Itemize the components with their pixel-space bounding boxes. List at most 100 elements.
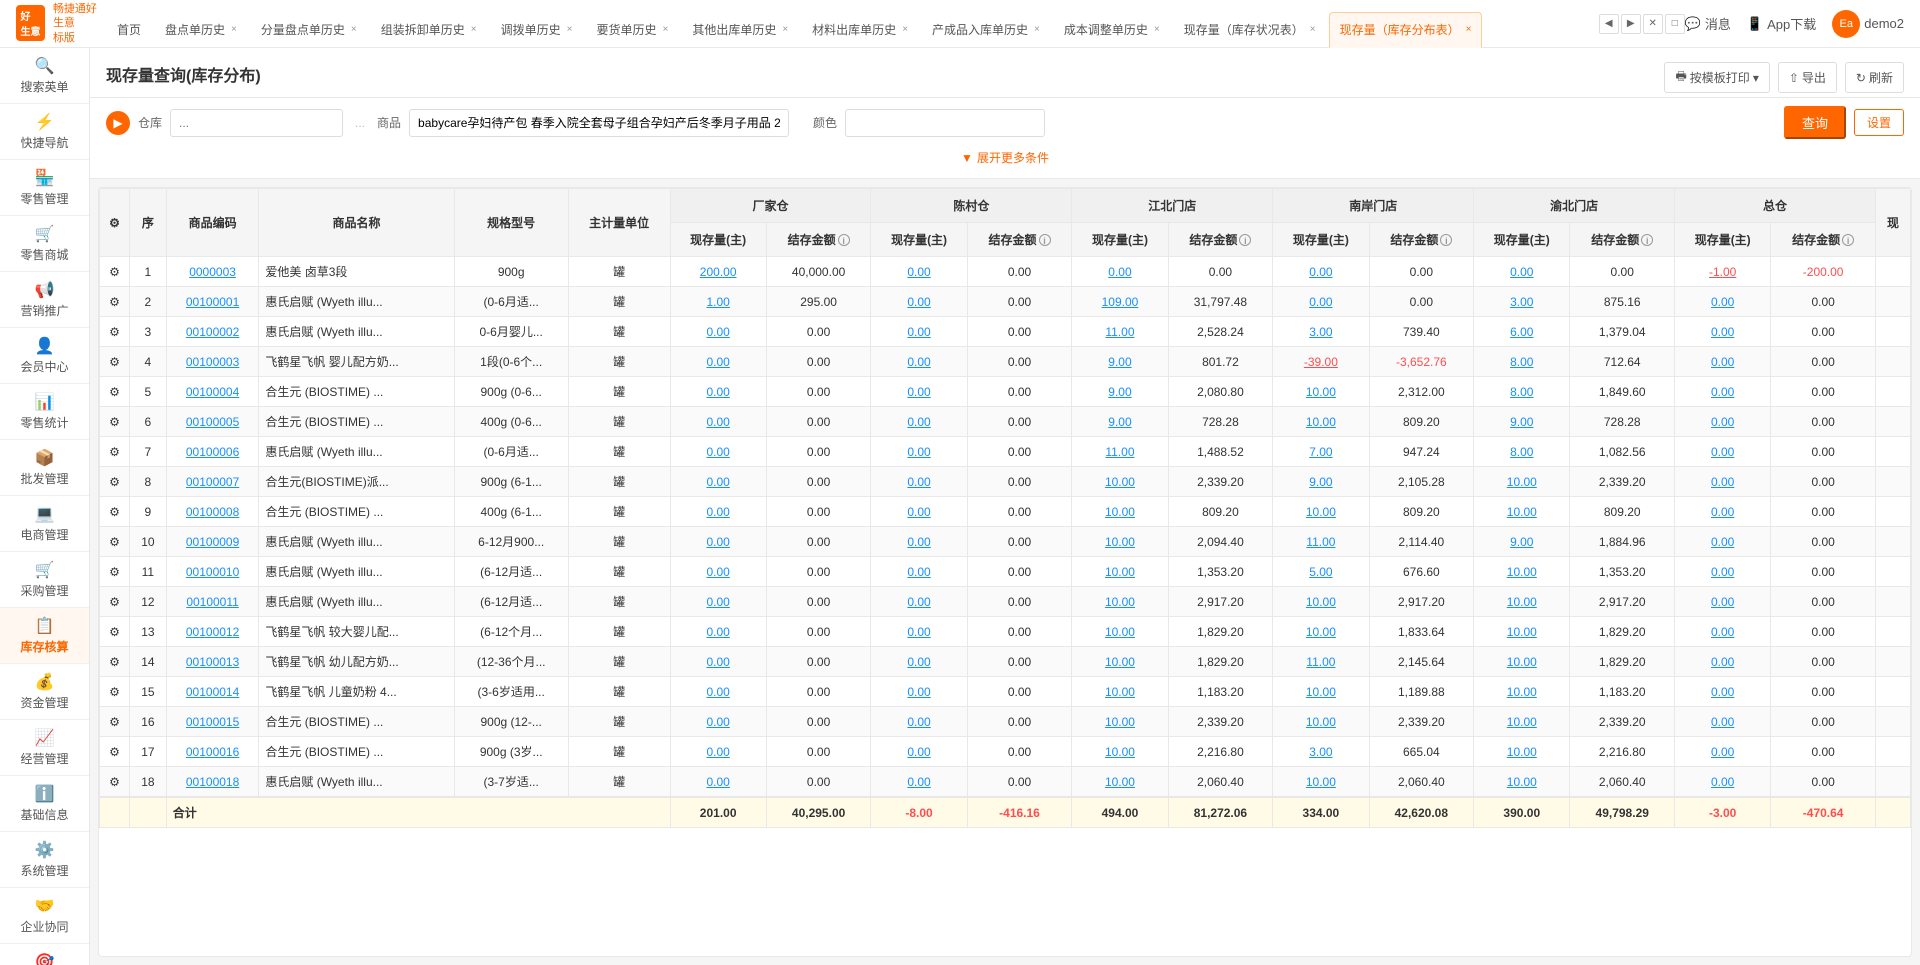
info-icon-3[interactable]: i bbox=[1239, 234, 1251, 246]
cell-settings[interactable]: ⚙ bbox=[100, 497, 130, 527]
tab-close-icon[interactable]: × bbox=[1466, 24, 1472, 35]
sidebar-item-16[interactable]: 🎯新手引导 bbox=[0, 944, 89, 965]
nav-tab-6[interactable]: 其他出库单历史× bbox=[681, 12, 799, 48]
cell-settings[interactable]: ⚙ bbox=[100, 347, 130, 377]
color-input[interactable] bbox=[845, 109, 1045, 137]
cell-settings[interactable]: ⚙ bbox=[100, 317, 130, 347]
query-btn[interactable]: 查询 bbox=[1784, 106, 1846, 139]
cell-settings[interactable]: ⚙ bbox=[100, 737, 130, 767]
sidebar-item-2[interactable]: 🏪零售管理 bbox=[0, 160, 89, 216]
tab-close-icon[interactable]: × bbox=[1310, 24, 1316, 35]
nav-tab-10[interactable]: 现存量（库存状况表）× bbox=[1173, 12, 1327, 48]
row-settings-icon[interactable]: ⚙ bbox=[109, 595, 120, 609]
nav-tab-1[interactable]: 盘点单历史× bbox=[154, 12, 248, 48]
cell-settings[interactable]: ⚙ bbox=[100, 437, 130, 467]
print-btn[interactable]: 🖶 按模板打印 ▾ bbox=[1664, 62, 1769, 93]
row-settings-icon[interactable]: ⚙ bbox=[109, 775, 120, 789]
nav-tab-9[interactable]: 成本调整单历史× bbox=[1053, 12, 1171, 48]
sidebar-item-11[interactable]: 💰资金管理 bbox=[0, 664, 89, 720]
nav-tab-7[interactable]: 材料出库单历史× bbox=[801, 12, 919, 48]
tab-close-icon[interactable]: × bbox=[662, 24, 668, 35]
row-settings-icon[interactable]: ⚙ bbox=[109, 385, 120, 399]
nav-next-btn[interactable]: ▶ bbox=[1621, 14, 1641, 34]
col-settings-header[interactable]: ⚙ bbox=[100, 189, 130, 257]
info-icon-4[interactable]: i bbox=[1440, 234, 1452, 246]
export-btn[interactable]: ⇧ 导出 bbox=[1778, 62, 1837, 93]
sidebar-item-10[interactable]: 📋库存核算 bbox=[0, 608, 89, 664]
app-download-btn[interactable]: 📱 App下载 bbox=[1747, 14, 1816, 33]
expand-more-btn[interactable]: ▼ 展开更多条件 bbox=[106, 145, 1904, 170]
info-icon-2[interactable]: i bbox=[1039, 234, 1051, 246]
row-settings-icon[interactable]: ⚙ bbox=[109, 475, 120, 489]
refresh-btn[interactable]: ↻ 刷新 bbox=[1845, 62, 1904, 93]
message-btn[interactable]: 💬 消息 bbox=[1685, 14, 1731, 33]
sidebar-item-15[interactable]: 🤝企业协同 bbox=[0, 888, 89, 944]
row-settings-icon[interactable]: ⚙ bbox=[109, 325, 120, 339]
tab-close-icon[interactable]: × bbox=[1154, 24, 1160, 35]
nav-expand-btn[interactable]: □ bbox=[1665, 14, 1685, 34]
warehouse-input[interactable] bbox=[170, 109, 343, 137]
cell-settings[interactable]: ⚙ bbox=[100, 557, 130, 587]
user-area[interactable]: Ea demo2 bbox=[1832, 10, 1904, 38]
nav-close-btn[interactable]: ✕ bbox=[1643, 14, 1663, 34]
cell-settings[interactable]: ⚙ bbox=[100, 647, 130, 677]
row-settings-icon[interactable]: ⚙ bbox=[109, 565, 120, 579]
cell-settings[interactable]: ⚙ bbox=[100, 377, 130, 407]
row-settings-icon[interactable]: ⚙ bbox=[109, 685, 120, 699]
tab-close-icon[interactable]: × bbox=[231, 24, 237, 35]
row-settings-icon[interactable]: ⚙ bbox=[109, 715, 120, 729]
tab-close-icon[interactable]: × bbox=[1034, 24, 1040, 35]
row-settings-icon[interactable]: ⚙ bbox=[109, 415, 120, 429]
row-settings-icon[interactable]: ⚙ bbox=[109, 745, 120, 759]
cell-settings[interactable]: ⚙ bbox=[100, 617, 130, 647]
info-icon-1[interactable]: i bbox=[838, 234, 850, 246]
filter-collapse-btn[interactable]: ▶ bbox=[106, 111, 130, 135]
nav-tab-0[interactable]: 首页 bbox=[106, 12, 152, 48]
cell-settings[interactable]: ⚙ bbox=[100, 467, 130, 497]
sidebar-item-6[interactable]: 📊零售统计 bbox=[0, 384, 89, 440]
row-settings-icon[interactable]: ⚙ bbox=[109, 625, 120, 639]
tab-close-icon[interactable]: × bbox=[902, 24, 908, 35]
nav-tab-5[interactable]: 要货单历史× bbox=[585, 12, 679, 48]
sidebar-item-9[interactable]: 🛒采购管理 bbox=[0, 552, 89, 608]
sidebar-item-13[interactable]: ℹ️基础信息 bbox=[0, 776, 89, 832]
sidebar-item-7[interactable]: 📦批发管理 bbox=[0, 440, 89, 496]
sidebar-item-12[interactable]: 📈经营管理 bbox=[0, 720, 89, 776]
sidebar-item-1[interactable]: ⚡快捷导航 bbox=[0, 104, 89, 160]
goods-input[interactable] bbox=[409, 109, 789, 137]
cell-settings[interactable]: ⚙ bbox=[100, 287, 130, 317]
sidebar-item-0[interactable]: 🔍搜索英单 bbox=[0, 48, 89, 104]
row-settings-icon[interactable]: ⚙ bbox=[109, 265, 120, 279]
sidebar-item-5[interactable]: 👤会员中心 bbox=[0, 328, 89, 384]
cell-settings[interactable]: ⚙ bbox=[100, 767, 130, 798]
tab-close-icon[interactable]: × bbox=[567, 24, 573, 35]
cell-settings[interactable]: ⚙ bbox=[100, 527, 130, 557]
sidebar-item-4[interactable]: 📢营销推广 bbox=[0, 272, 89, 328]
info-icon-5[interactable]: i bbox=[1641, 234, 1653, 246]
tab-close-icon[interactable]: × bbox=[351, 24, 357, 35]
nav-tab-2[interactable]: 分量盘点单历史× bbox=[250, 12, 368, 48]
row-settings-icon[interactable]: ⚙ bbox=[109, 445, 120, 459]
sidebar-item-14[interactable]: ⚙️系统管理 bbox=[0, 832, 89, 888]
cell-settings[interactable]: ⚙ bbox=[100, 407, 130, 437]
info-icon-6[interactable]: i bbox=[1842, 234, 1854, 246]
nav-prev-btn[interactable]: ◀ bbox=[1599, 14, 1619, 34]
row-settings-icon[interactable]: ⚙ bbox=[109, 295, 120, 309]
row-settings-icon[interactable]: ⚙ bbox=[109, 505, 120, 519]
nav-tab-3[interactable]: 组装拆卸单历史× bbox=[370, 12, 488, 48]
cell-settings[interactable]: ⚙ bbox=[100, 257, 130, 287]
row-settings-icon[interactable]: ⚙ bbox=[109, 535, 120, 549]
sidebar-item-3[interactable]: 🛒零售商城 bbox=[0, 216, 89, 272]
tab-close-icon[interactable]: × bbox=[471, 24, 477, 35]
row-settings-icon[interactable]: ⚙ bbox=[109, 355, 120, 369]
settings-btn[interactable]: 设置 bbox=[1854, 109, 1904, 136]
tab-close-icon[interactable]: × bbox=[782, 24, 788, 35]
nav-tab-11[interactable]: 现存量（库存分布表）× bbox=[1329, 12, 1483, 48]
sidebar-item-8[interactable]: 💻电商管理 bbox=[0, 496, 89, 552]
cell-settings[interactable]: ⚙ bbox=[100, 677, 130, 707]
cell-settings[interactable]: ⚙ bbox=[100, 707, 130, 737]
nav-tab-4[interactable]: 调拨单历史× bbox=[490, 12, 584, 48]
cell-settings[interactable]: ⚙ bbox=[100, 587, 130, 617]
nav-tab-8[interactable]: 产成品入库单历史× bbox=[921, 12, 1051, 48]
row-settings-icon[interactable]: ⚙ bbox=[109, 655, 120, 669]
